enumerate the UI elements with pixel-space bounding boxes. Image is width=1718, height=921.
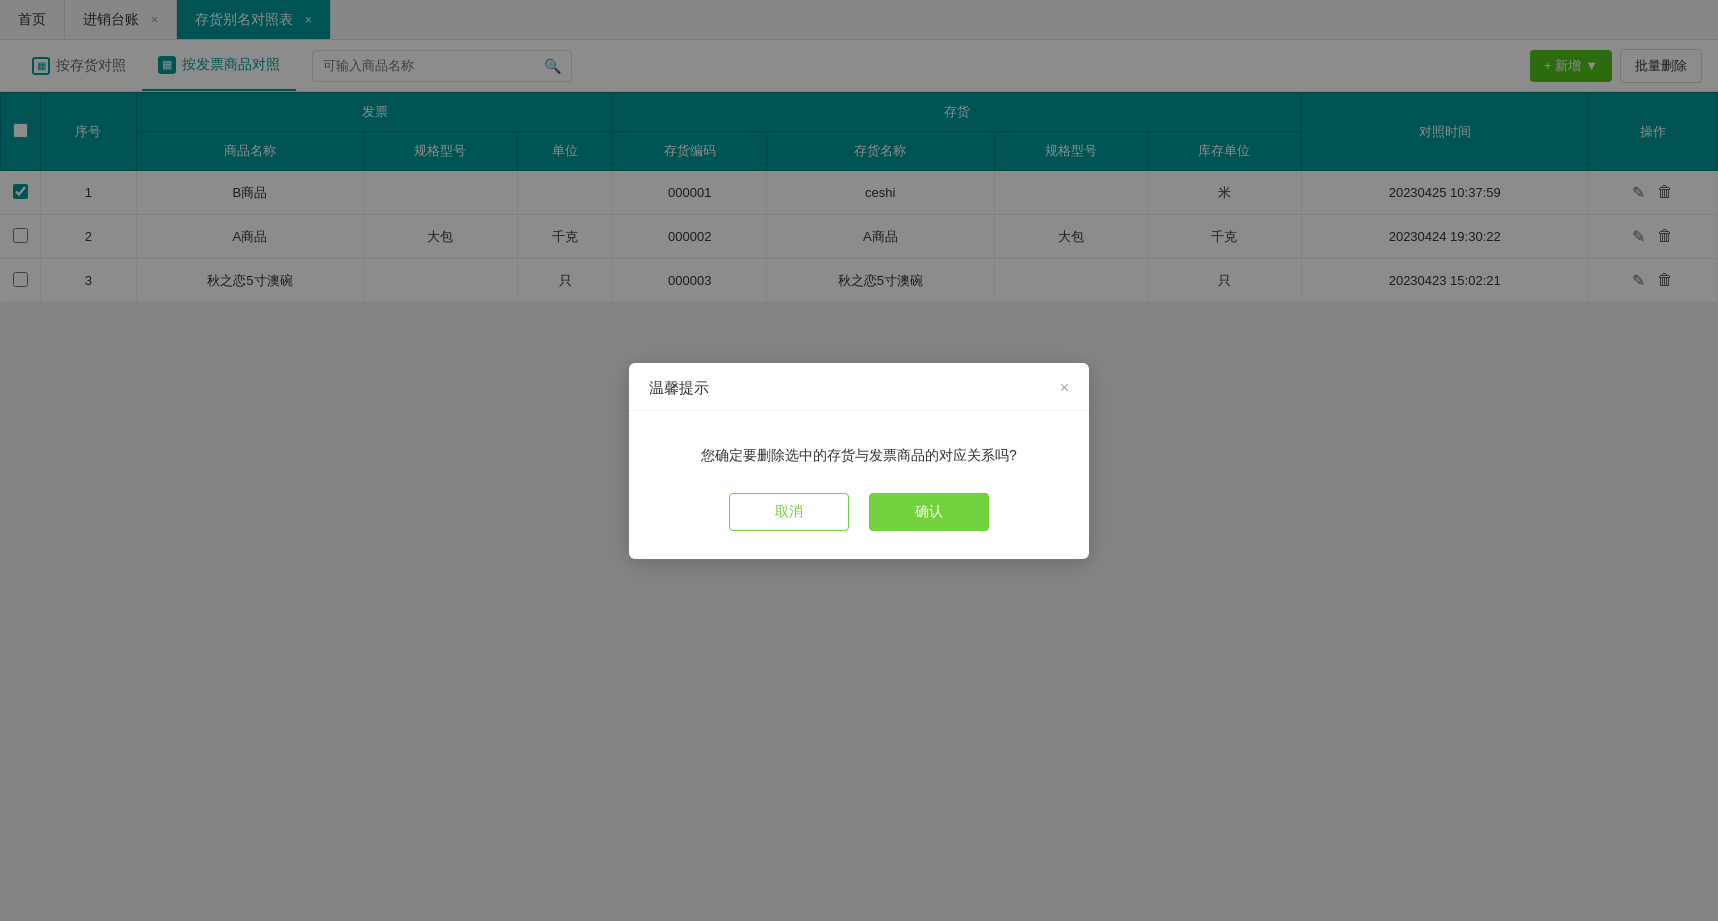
modal-body: 您确定要删除选中的存货与发票商品的对应关系吗?: [629, 411, 1089, 493]
modal-message: 您确定要删除选中的存货与发票商品的对应关系吗?: [701, 447, 1017, 463]
modal-title: 温馨提示: [649, 379, 709, 398]
modal-cancel-button[interactable]: 取消: [729, 493, 849, 531]
modal-confirm-button[interactable]: 确认: [869, 493, 989, 531]
modal-overlay: 温馨提示 × 您确定要删除选中的存货与发票商品的对应关系吗? 取消 确认: [0, 0, 1718, 921]
modal-footer: 取消 确认: [629, 493, 1089, 559]
modal-header: 温馨提示 ×: [629, 363, 1089, 411]
modal-dialog: 温馨提示 × 您确定要删除选中的存货与发票商品的对应关系吗? 取消 确认: [629, 363, 1089, 559]
modal-close-button[interactable]: ×: [1060, 380, 1069, 396]
